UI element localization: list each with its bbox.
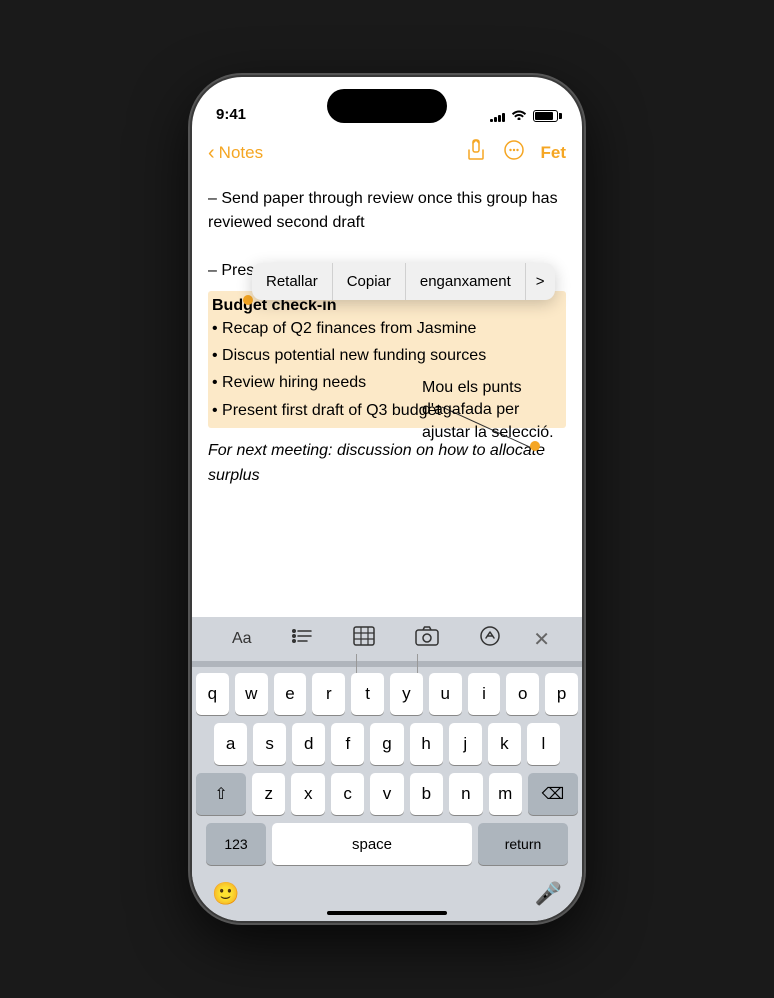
bar2 xyxy=(494,117,497,122)
keyboard: q w e r t y u i o p a s d f g h j k xyxy=(192,661,582,921)
key-q[interactable]: q xyxy=(196,673,229,715)
key-k[interactable]: k xyxy=(488,723,521,765)
divider-line-1 xyxy=(356,654,357,674)
keyboard-bottom-bar: 🙂 🎤 xyxy=(192,873,582,911)
context-more[interactable]: > xyxy=(526,263,555,300)
key-w[interactable]: w xyxy=(235,673,268,715)
key-shift[interactable]: ⇧ xyxy=(196,773,246,815)
camera-button[interactable] xyxy=(407,622,447,656)
key-z[interactable]: z xyxy=(252,773,285,815)
key-o[interactable]: o xyxy=(506,673,539,715)
key-s[interactable]: s xyxy=(253,723,286,765)
key-b[interactable]: b xyxy=(410,773,443,815)
key-numbers[interactable]: 123 xyxy=(206,823,266,865)
phone-frame: 9:41 ‹ Notes xyxy=(192,77,582,921)
bullet-1: • Recap of Q2 finances from Jasmine xyxy=(212,315,562,342)
selection-handle-top[interactable] xyxy=(243,295,253,305)
key-g[interactable]: g xyxy=(370,723,403,765)
key-row-3: ⇧ z x c v b n m ⌫ xyxy=(196,773,578,815)
key-d[interactable]: d xyxy=(292,723,325,765)
back-chevron-icon: ‹ xyxy=(208,142,215,165)
key-n[interactable]: n xyxy=(449,773,482,815)
done-button[interactable]: Fet xyxy=(541,143,567,163)
font-format-button[interactable]: Aa xyxy=(224,626,260,652)
home-indicator xyxy=(327,911,447,915)
key-p[interactable]: p xyxy=(545,673,578,715)
formatting-toolbar: Aa ✕ xyxy=(192,617,582,661)
key-e[interactable]: e xyxy=(274,673,307,715)
key-a[interactable]: a xyxy=(214,723,247,765)
key-u[interactable]: u xyxy=(429,673,462,715)
keyboard-rows: q w e r t y u i o p a s d f g h j k xyxy=(192,667,582,865)
context-cut[interactable]: Retallar xyxy=(252,263,333,300)
nav-actions: Fet xyxy=(465,139,567,167)
key-row-4: 123 space return xyxy=(196,823,578,865)
note-after-text: For next meeting: discussion on how to a… xyxy=(208,438,566,489)
wifi-icon xyxy=(511,108,527,123)
more-button[interactable] xyxy=(503,139,525,167)
context-paste[interactable]: enganxament xyxy=(406,263,526,300)
annotation-text: Mou els punts d'agafada per ajustar la s… xyxy=(422,377,562,444)
key-i[interactable]: i xyxy=(468,673,501,715)
signal-bars-icon xyxy=(490,110,505,122)
toolbar-close-button[interactable]: ✕ xyxy=(533,627,550,652)
markup-button[interactable] xyxy=(471,621,509,657)
selection-handle-bottom[interactable] xyxy=(530,441,540,451)
dynamic-island xyxy=(327,89,447,123)
table-button[interactable] xyxy=(345,622,383,656)
key-y[interactable]: y xyxy=(390,673,423,715)
dictation-button[interactable]: 🎤 xyxy=(531,877,566,911)
share-button[interactable] xyxy=(465,139,487,167)
back-button[interactable]: ‹ Notes xyxy=(208,142,263,165)
key-j[interactable]: j xyxy=(449,723,482,765)
key-x[interactable]: x xyxy=(291,773,324,815)
key-return[interactable]: return xyxy=(478,823,568,865)
key-backspace[interactable]: ⌫ xyxy=(528,773,578,815)
key-r[interactable]: r xyxy=(312,673,345,715)
key-v[interactable]: v xyxy=(370,773,403,815)
battery-icon xyxy=(533,110,558,122)
bar3 xyxy=(498,115,501,122)
key-h[interactable]: h xyxy=(410,723,443,765)
key-row-2: a s d f g h j k l xyxy=(196,723,578,765)
battery-fill xyxy=(535,112,553,120)
context-copy[interactable]: Copiar xyxy=(333,263,406,300)
back-label: Notes xyxy=(219,143,263,163)
key-space[interactable]: space xyxy=(272,823,472,865)
status-time: 9:41 xyxy=(216,106,246,125)
divider-line-2 xyxy=(417,654,418,674)
key-row-1: q w e r t y u i o p xyxy=(196,673,578,715)
key-l[interactable]: l xyxy=(527,723,560,765)
key-m[interactable]: m xyxy=(489,773,522,815)
context-menu: Retallar Copiar enganxament > xyxy=(252,263,555,300)
key-f[interactable]: f xyxy=(331,723,364,765)
emoji-button[interactable]: 🙂 xyxy=(208,877,243,911)
status-icons xyxy=(490,108,558,125)
list-format-button[interactable] xyxy=(283,622,321,656)
bullet-2: • Discus potential new funding sources xyxy=(212,342,562,369)
nav-bar: ‹ Notes Fet xyxy=(192,131,582,175)
bar4 xyxy=(502,113,505,122)
bar1 xyxy=(490,119,493,122)
key-c[interactable]: c xyxy=(331,773,364,815)
key-t[interactable]: t xyxy=(351,673,384,715)
